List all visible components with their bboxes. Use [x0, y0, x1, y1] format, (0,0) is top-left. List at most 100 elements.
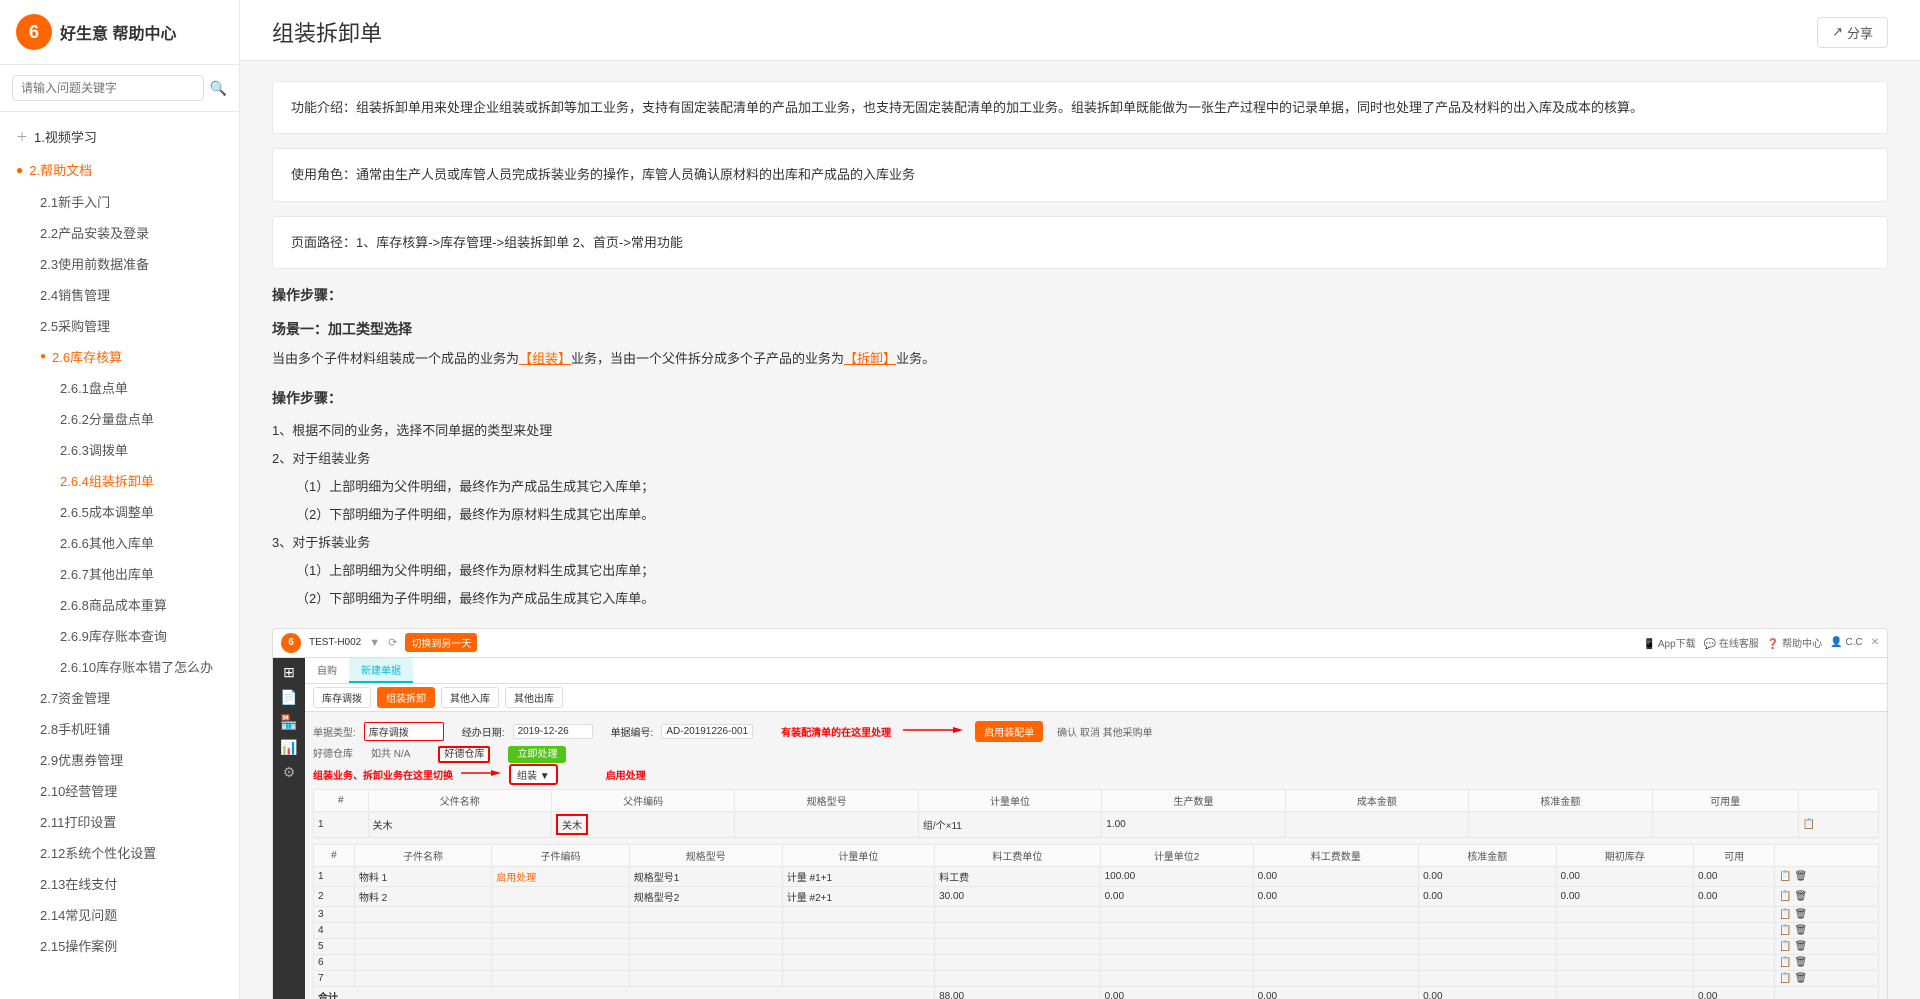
- sidebar-item-266[interactable]: 2.6.6其他入库单: [48, 527, 239, 558]
- nav-group-1: ＋ 1.视频学习: [0, 120, 239, 153]
- screenshot-body: ⊞ 📄 🏪 📊 ⚙ 自购 新建单据 库存调拨 组装拆卸: [273, 658, 1887, 999]
- ss-btd-act1: 📋 🗑: [1775, 866, 1879, 886]
- screenshot-tab-home: 自购: [305, 658, 349, 683]
- ss-input-docno: AD-20191226-001: [661, 724, 753, 739]
- ann1-text: 有装配清单的在这里处理: [781, 724, 891, 739]
- ss-assembly-switch: 组装 ▼: [509, 764, 558, 785]
- ss-btd-opening2: 0.00: [1556, 886, 1693, 906]
- sidebar-item-268[interactable]: 2.6.8商品成本重算: [48, 589, 239, 620]
- minus-icon-26: ●: [40, 351, 46, 362]
- screenshot-logo: 6: [281, 633, 301, 653]
- sidebar-item-install[interactable]: 2.2产品安装及登录: [28, 217, 239, 248]
- ss-th-approved: 核准金额: [1469, 789, 1652, 811]
- ops-title: 操作步骤：: [272, 285, 1888, 305]
- sidebar-item-help-docs[interactable]: ● 2.帮助文档: [0, 153, 239, 186]
- step3-1: （1）上部明细为父件明细，最终作为原材料生成其它出库单；: [296, 558, 1888, 584]
- ss-btd-cname1: 物料 1: [354, 866, 491, 886]
- ss-btd-fee2: 30.00: [935, 886, 1100, 906]
- sidebar-item-operation[interactable]: 2.10经营管理: [28, 775, 239, 806]
- ss-td-avail2: [1652, 811, 1798, 837]
- ss-btd-2: 2: [314, 886, 355, 906]
- ss-total-3: 0.00: [1253, 986, 1418, 999]
- ss-btd-unit1: 计量 #1+1: [782, 866, 934, 886]
- ss-bth-spec: 规格型号: [629, 844, 782, 866]
- icon-home: ⊞: [283, 664, 295, 681]
- ss-btd-act2: 📋 🗑: [1775, 886, 1879, 906]
- ss-btd-avail1: 0.00: [1693, 866, 1774, 886]
- ann4-text: 启用处理: [606, 767, 646, 782]
- search-icon[interactable]: 🔍: [210, 80, 227, 97]
- sidebar-item-262[interactable]: 2.6.2分量盘点单: [48, 403, 239, 434]
- sidebar-item-sales[interactable]: 2.4销售管理: [28, 279, 239, 310]
- ss-bth-opening: 期初库存: [1556, 844, 1693, 866]
- ss-td-unit: 组/个×11: [918, 811, 1101, 837]
- sidebar-item-video-learning[interactable]: ＋ 1.视频学习: [0, 120, 239, 153]
- sidebar-item-2610[interactable]: 2.6.10库存账本错了怎么办: [48, 651, 239, 682]
- step3-sub: （1）上部明细为父件明细，最终作为原材料生成其它出库单； （2）下部明细为子件明…: [272, 558, 1888, 612]
- sidebar-item-261[interactable]: 2.6.1盘点单: [48, 372, 239, 403]
- screenshot-annotation-row: 组装业务、拆卸业务在这里切换 组装 ▼ 启用处理: [313, 764, 1879, 785]
- screenshot-top-table: # 父件名称 父件编码 规格型号 计量单位 生产数量 成本金额 核准金额 可用量: [313, 789, 1879, 838]
- content-area: 功能介绍：组装拆卸单用来处理企业组装或拆卸等加工业务，支持有固定装配清单的产品加…: [240, 61, 1920, 999]
- ss-label-type: 单据类型:: [313, 724, 356, 739]
- screenshot-tab-new: 新建单据: [349, 658, 413, 683]
- step2-1: （1）上部明细为父件明细，最终作为产成品生成其它入库单；: [296, 474, 1888, 500]
- role-block: 使用角色：通常由生产人员或库管人员完成拆装业务的操作，库管人员确认原材料的出库和…: [272, 148, 1888, 201]
- sidebar-item-payment[interactable]: 2.13在线支付: [28, 868, 239, 899]
- sidebar-item-265[interactable]: 2.6.5成本调整单: [48, 496, 239, 527]
- ss-btn-ok: 立即处理: [508, 745, 566, 760]
- sidebar-item-263[interactable]: 2.6.3调拨单: [48, 434, 239, 465]
- nav-sub-group-26: ● 2.6库存核算 2.6.1盘点单 2.6.2分量盘点单 2.6.3调拨单 2…: [28, 341, 239, 682]
- ss-total-label: 合计: [314, 986, 935, 999]
- share-button[interactable]: ↗ 分享: [1817, 17, 1888, 48]
- ss-btd-unit2: 计量 #2+1: [782, 886, 934, 906]
- search-box: 🔍: [0, 65, 239, 112]
- sidebar-item-purchase[interactable]: 2.5采购管理: [28, 310, 239, 341]
- app-logo-text: 好生意 帮助中心: [60, 20, 176, 44]
- sidebar-sub-2: 2.1新手入门 2.2产品安装及登录 2.3使用前数据准备 2.4销售管理 2.…: [0, 186, 239, 961]
- ss-btd-4: 4: [314, 922, 355, 938]
- ss-th-num: #: [314, 789, 369, 811]
- sidebar-item-print[interactable]: 2.11打印设置: [28, 806, 239, 837]
- sidebar-item-data-prep[interactable]: 2.3使用前数据准备: [28, 248, 239, 279]
- ss-label-docno: 单据编号:: [611, 724, 654, 739]
- ss-btd-opening1: 0.00: [1556, 866, 1693, 886]
- ss-th-unit: 计量单位: [918, 789, 1101, 811]
- ann3-arrow: [461, 766, 501, 783]
- topbar-close: ✕: [1871, 637, 1879, 648]
- share-icon: ↗: [1832, 24, 1843, 40]
- step3: 3、对于拆装业务: [272, 530, 1888, 556]
- sidebar-item-inventory[interactable]: ● 2.6库存核算: [28, 341, 239, 372]
- sidebar-item-264[interactable]: 2.6.4组装拆卸单: [48, 465, 239, 496]
- icon-warehouse: 🏪: [280, 714, 297, 731]
- sidebar-children-26: 2.6.1盘点单 2.6.2分量盘点单 2.6.3调拨单 2.6.4组装拆卸单 …: [28, 372, 239, 682]
- sidebar-item-267[interactable]: 2.6.7其他出库单: [48, 558, 239, 589]
- link-assembly[interactable]: 【组装】: [519, 351, 571, 366]
- ss-btd-spec1: 规格型号1: [629, 866, 782, 886]
- sidebar-item-settings[interactable]: 2.12系统个性化设置: [28, 837, 239, 868]
- sidebar-item-finance[interactable]: 2.7资金管理: [28, 682, 239, 713]
- table-row: 1 物料 1 启用处理 规格型号1 计量 #1+1 料工费 100.00 0.0…: [314, 866, 1879, 886]
- ss-btd-6: 6: [314, 954, 355, 970]
- ss-th-spec: 规格型号: [735, 789, 918, 811]
- ss-btd-unit22: 0.00: [1100, 886, 1253, 906]
- ss-btd-feeqty1: 0.00: [1253, 866, 1418, 886]
- sidebar-item-coupon[interactable]: 2.9优惠券管理: [28, 744, 239, 775]
- sidebar-item-269[interactable]: 2.6.9库存账本查询: [48, 620, 239, 651]
- sidebar-item-cases[interactable]: 2.15操作案例: [28, 930, 239, 961]
- ss-parent-code-input: 关木: [556, 814, 588, 835]
- screenshot-iconbar: ⊞ 📄 🏪 📊 ⚙: [273, 658, 305, 999]
- page-title: 组装拆卸单: [272, 16, 382, 48]
- scenario1-intro: 当由多个子件材料组装成一个成品的业务为【组装】业务，当由一个父件拆分成多个子产品…: [272, 347, 1888, 372]
- screenshot-tabbar: 自购 新建单据: [305, 658, 1887, 684]
- icon-settings-ss: ⚙: [283, 764, 296, 781]
- screenshot-form-row1: 单据类型: 库存调拨 经办日期: 2019-12-26 单据编号: AD-201…: [313, 721, 1879, 742]
- sidebar-item-faq[interactable]: 2.14常见问题: [28, 899, 239, 930]
- table-row: 1 关木 关木 组/个×11 1.00: [314, 811, 1879, 837]
- ss-th-parent-name: 父件名称: [368, 789, 551, 811]
- search-input[interactable]: [12, 75, 204, 101]
- ss-options-row1: 确认 取消 其他采购单: [1057, 724, 1153, 739]
- sidebar-item-beginner[interactable]: 2.1新手入门: [28, 186, 239, 217]
- sidebar-item-mobile[interactable]: 2.8手机旺铺: [28, 713, 239, 744]
- link-disassembly[interactable]: 【拆卸】: [844, 351, 896, 366]
